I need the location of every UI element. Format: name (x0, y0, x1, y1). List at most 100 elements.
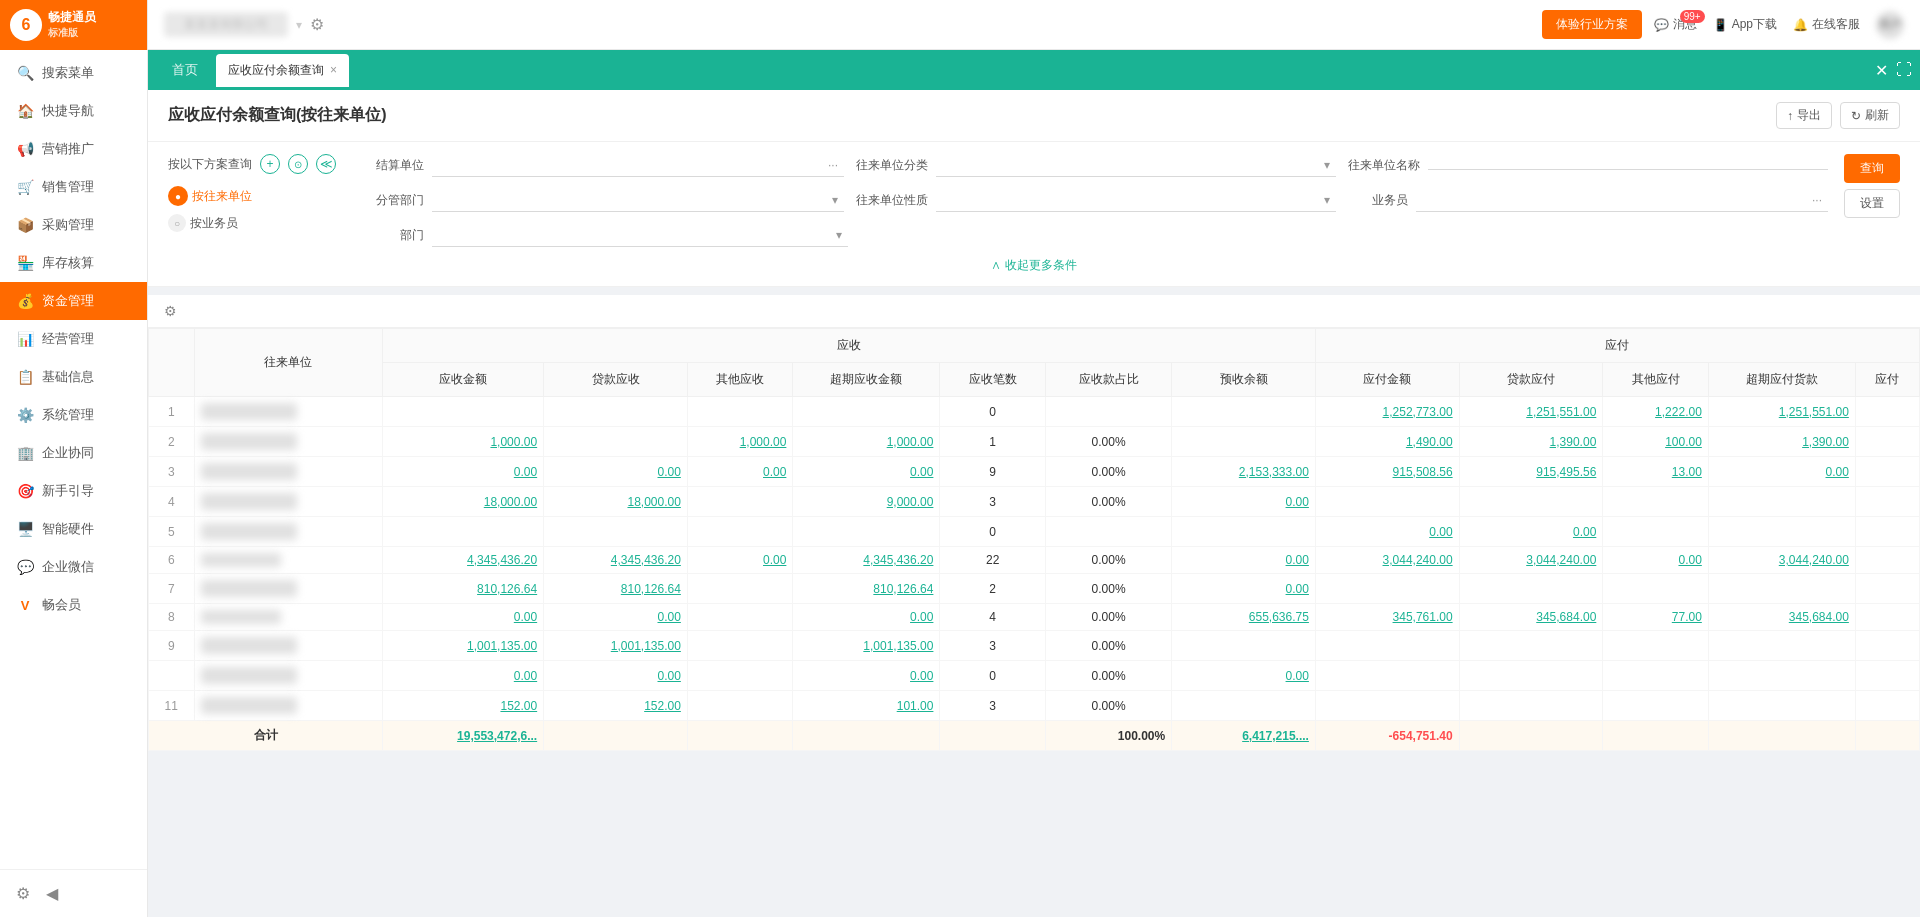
table-cell[interactable]: 0.00 (687, 547, 793, 574)
table-cell[interactable]: 100.00 (1603, 427, 1709, 457)
table-cell[interactable]: 1,490.00 (1315, 427, 1459, 457)
footer-ar-prepaid[interactable]: 6,417,215.... (1172, 721, 1316, 751)
table-cell[interactable]: 810,126.64 (383, 574, 544, 604)
table-cell[interactable]: 1,252,773.00 (1315, 397, 1459, 427)
settings-icon[interactable]: ⚙ (16, 884, 30, 903)
scrollable-table[interactable]: 往来单位 应收 应付 应收金额 贷款应收 其他应收 超期应收金额 应收笔数 应收… (148, 328, 1920, 751)
tab-ar-query[interactable]: 应收应付余额查询 × (216, 54, 349, 87)
sidebar-item-wechat[interactable]: 💬 企业微信 (0, 548, 147, 586)
sidebar-item-hardware[interactable]: 🖥️ 智能硬件 (0, 510, 147, 548)
table-cell[interactable]: 1,001,135.00 (793, 631, 940, 661)
messages-button[interactable]: 💬 消息 99+ (1654, 16, 1697, 33)
query-button[interactable]: 查询 (1844, 154, 1900, 183)
table-cell[interactable]: 915,495.56 (1459, 457, 1603, 487)
table-cell[interactable]: 655,636.75 (1172, 604, 1316, 631)
table-cell[interactable]: 0.00 (383, 661, 544, 691)
table-cell[interactable]: 810,126.64 (544, 574, 688, 604)
table-cell[interactable]: 0.00 (687, 457, 793, 487)
sidebar-item-guide[interactable]: 🎯 新手引导 (0, 472, 147, 510)
table-cell[interactable]: 0.00 (383, 604, 544, 631)
table-cell[interactable]: 9,000.00 (793, 487, 940, 517)
table-cell[interactable]: 0.00 (793, 661, 940, 691)
table-cell[interactable]: 0.00 (1172, 547, 1316, 574)
dept-input[interactable]: ▾ (432, 189, 844, 212)
table-cell[interactable]: 3,044,240.00 (1315, 547, 1459, 574)
table-cell[interactable]: 0.00 (793, 457, 940, 487)
solution-button[interactable]: 体验行业方案 (1542, 10, 1642, 39)
export-button[interactable]: ↑ 导出 (1776, 102, 1832, 129)
table-cell[interactable]: 1,251,551.00 (1459, 397, 1603, 427)
footer-ar-amount[interactable]: 19,553,472,6... (383, 721, 544, 751)
table-cell[interactable]: 152.00 (383, 691, 544, 721)
collapse-icon[interactable]: ◀ (46, 884, 58, 903)
unit-name-input[interactable] (1428, 161, 1828, 170)
sidebar-item-system[interactable]: ⚙️ 系统管理 (0, 396, 147, 434)
table-cell[interactable]: 345,761.00 (1315, 604, 1459, 631)
table-cell[interactable]: 0.00 (544, 457, 688, 487)
table-cell[interactable]: 18,000.00 (383, 487, 544, 517)
refresh-button[interactable]: ↻ 刷新 (1840, 102, 1900, 129)
sidebar-item-enterprise[interactable]: 🏢 企业协同 (0, 434, 147, 472)
add-scheme-button[interactable]: + (260, 154, 280, 174)
table-cell[interactable]: 810,126.64 (793, 574, 940, 604)
app-download-button[interactable]: 📱 App下载 (1713, 16, 1777, 33)
setting-button[interactable]: 设置 (1844, 189, 1900, 218)
table-cell[interactable]: 1,390.00 (1459, 427, 1603, 457)
table-cell[interactable]: 0.00 (1172, 487, 1316, 517)
table-cell[interactable]: 3,044,240.00 (1459, 547, 1603, 574)
collapse-button[interactable]: ∧ 收起更多条件 (168, 251, 1900, 274)
table-settings-icon[interactable]: ⚙ (164, 303, 177, 319)
sidebar-item-basicinfo[interactable]: 📋 基础信息 (0, 358, 147, 396)
salesperson-input[interactable]: ··· (1416, 189, 1828, 212)
scheme-by-unit[interactable]: ● 按往来单位 (168, 186, 252, 206)
sidebar-item-finance[interactable]: 💰 资金管理 (0, 282, 147, 320)
department-input[interactable]: ▾ (432, 224, 848, 247)
table-cell[interactable]: 1,000.00 (687, 427, 793, 457)
table-cell[interactable]: 1,000.00 (793, 427, 940, 457)
table-cell[interactable]: 1,000.00 (383, 427, 544, 457)
scheme-settings-button[interactable]: ⊙ (288, 154, 308, 174)
table-cell[interactable]: 0.00 (1315, 517, 1459, 547)
table-cell[interactable]: 152.00 (544, 691, 688, 721)
unit-nature-input[interactable]: ▾ (936, 189, 1336, 212)
online-service-button[interactable]: 🔔 在线客服 (1793, 16, 1860, 33)
sidebar-item-purchase[interactable]: 📦 采购管理 (0, 206, 147, 244)
table-cell[interactable]: 1,222.00 (1603, 397, 1709, 427)
gear-icon[interactable]: ⚙ (310, 15, 324, 34)
table-cell[interactable]: 345,684.00 (1459, 604, 1603, 631)
table-cell[interactable]: 18,000.00 (544, 487, 688, 517)
maximize-window-icon[interactable]: ⛶ (1896, 61, 1912, 80)
sidebar-item-inventory[interactable]: 🏪 库存核算 (0, 244, 147, 282)
table-cell[interactable]: 345,684.00 (1708, 604, 1855, 631)
sidebar-item-operation[interactable]: 📊 经营管理 (0, 320, 147, 358)
close-window-icon[interactable]: ✕ (1875, 61, 1888, 80)
settlement-unit-input[interactable]: ··· (432, 154, 844, 177)
table-cell[interactable]: 0.00 (1708, 457, 1855, 487)
scheme-by-salesperson[interactable]: ○ 按业务员 (168, 214, 238, 232)
table-cell[interactable]: 4,345,436.20 (793, 547, 940, 574)
table-cell[interactable]: 13.00 (1603, 457, 1709, 487)
table-cell[interactable]: 4,345,436.20 (544, 547, 688, 574)
table-cell[interactable]: 2,153,333.00 (1172, 457, 1316, 487)
sidebar-item-quicknav[interactable]: 🏠 快捷导航 (0, 92, 147, 130)
table-cell[interactable]: 1,390.00 (1708, 427, 1855, 457)
table-cell[interactable]: 1,001,135.00 (544, 631, 688, 661)
table-cell[interactable]: 915,508.56 (1315, 457, 1459, 487)
table-cell[interactable]: 0.00 (1603, 547, 1709, 574)
tab-close-icon[interactable]: × (330, 63, 337, 77)
unit-category-input[interactable]: ▾ (936, 154, 1336, 177)
table-cell[interactable]: 0.00 (544, 661, 688, 691)
tab-home[interactable]: 首页 (156, 53, 214, 87)
table-cell[interactable]: 0.00 (1459, 517, 1603, 547)
table-cell[interactable]: 0.00 (383, 457, 544, 487)
table-cell[interactable]: 1,001,135.00 (383, 631, 544, 661)
table-cell[interactable]: 0.00 (793, 604, 940, 631)
sidebar-item-search[interactable]: 🔍 搜索菜单 (0, 54, 147, 92)
sidebar-item-vip[interactable]: V 畅会员 (0, 586, 147, 624)
table-cell[interactable]: 77.00 (1603, 604, 1709, 631)
table-cell[interactable]: 1,251,551.00 (1708, 397, 1855, 427)
table-cell[interactable]: 0.00 (1172, 661, 1316, 691)
user-avatar[interactable]: 用户 (1876, 11, 1904, 39)
scheme-more-button[interactable]: ≪ (316, 154, 336, 174)
table-cell[interactable]: 3,044,240.00 (1708, 547, 1855, 574)
